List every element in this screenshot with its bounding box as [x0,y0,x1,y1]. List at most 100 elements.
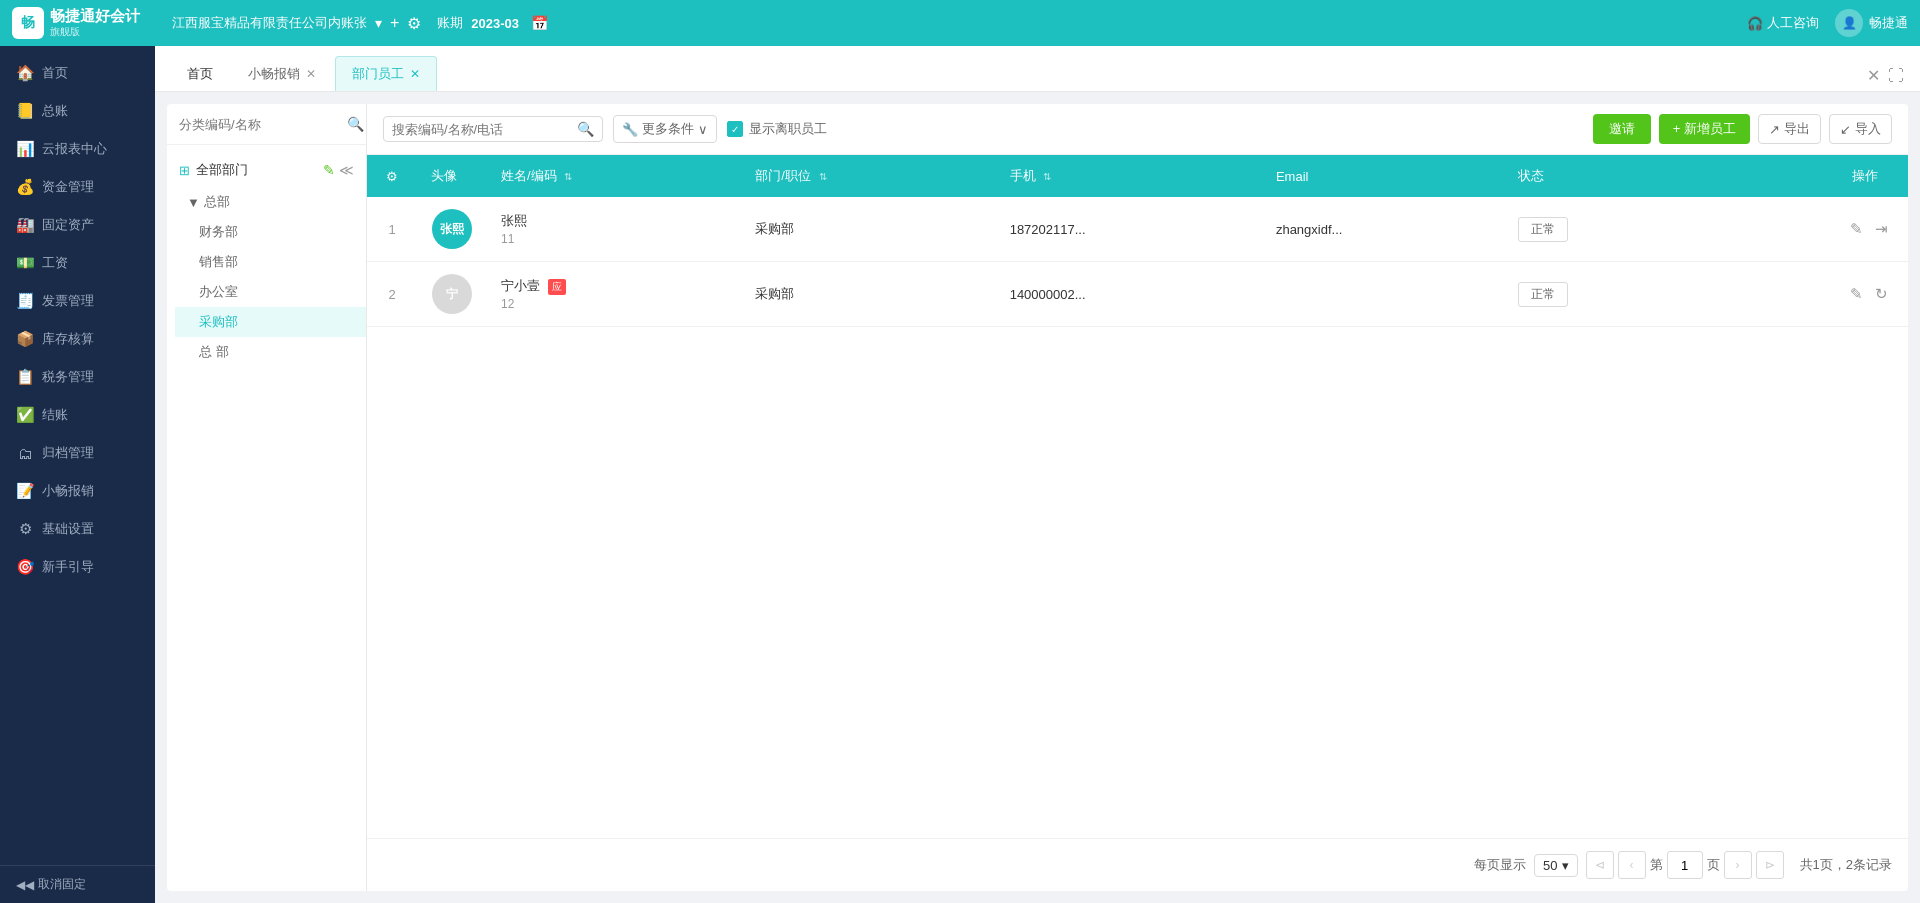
invite-button[interactable]: 邀请 [1593,114,1651,144]
sidebar-item-ledger[interactable]: 📒 总账 [0,92,155,130]
sidebar-item-funds[interactable]: 💰 资金管理 [0,168,155,206]
dept-group-label: 总部 [204,193,230,211]
dept-item-headquarters[interactable]: 总 部 [175,337,366,367]
page-size-select[interactable]: 50 ▾ [1534,854,1577,877]
sidebar-item-guide[interactable]: 🎯 新手引导 [0,548,155,586]
tab-expense[interactable]: 小畅报销 ✕ [231,56,333,91]
page-nav: ⊲ ‹ 第 页 › ⊳ [1586,851,1784,879]
dept-tree: ⊞ 全部部门 ✎ ≪ ▼ 总部 财务部 销售部 [167,145,366,891]
dept-collapse-icon[interactable]: ≪ [339,162,354,178]
user-info[interactable]: 👤 畅捷通 [1835,9,1908,37]
edit-icon-1[interactable]: ✎ [1850,220,1863,237]
next-page-button[interactable]: › [1724,851,1752,879]
employee-search-input[interactable] [392,122,577,137]
show-resigned-toggle[interactable]: ✓ 显示离职员工 [727,120,827,138]
page-unit: 页 [1707,856,1720,874]
employee-panel: 🔍 🔧 更多条件 ∨ ✓ 显示离职员工 邀请 + 新增员工 [367,104,1908,891]
export-button[interactable]: ↗ 导出 [1758,114,1821,144]
th-name[interactable]: 姓名/编码 ⇅ [487,155,741,197]
page-input[interactable] [1667,851,1703,879]
th-phone[interactable]: 手机 ⇅ [996,155,1262,197]
email-cell-1: zhangxidf... [1262,197,1504,262]
th-settings[interactable]: ⚙ [367,155,417,197]
edit-icon-2[interactable]: ✎ [1850,285,1863,302]
sidebar-item-archive[interactable]: 🗂 归档管理 [0,434,155,472]
reports-icon: 📊 [16,140,34,158]
sidebar-item-settings[interactable]: ⚙ 基础设置 [0,510,155,548]
tab-dept[interactable]: 部门员工 ✕ [335,56,437,91]
dept-item-finance[interactable]: 财务部 [175,217,366,247]
expense-icon: 📝 [16,482,34,500]
company-name: 江西服宝精品有限责任公司内账张 [172,14,367,32]
sidebar-item-inventory[interactable]: 📦 库存核算 [0,320,155,358]
add-button[interactable]: + [390,14,399,32]
sidebar-item-reports[interactable]: 📊 云报表中心 [0,130,155,168]
dept-edit-icon[interactable]: ✎ [323,162,335,178]
tab-expense-label: 小畅报销 [248,65,300,83]
import-label: 导入 [1855,120,1881,138]
tab-dept-close[interactable]: ✕ [410,67,420,81]
prev-page-button[interactable]: ‹ [1618,851,1646,879]
logout-icon-1[interactable]: ⇥ [1875,220,1888,237]
first-page-button[interactable]: ⊲ [1586,851,1614,879]
export-label: 导出 [1784,120,1810,138]
sidebar-item-assets[interactable]: 🏭 固定资产 [0,206,155,244]
name-info-1: 张熙 11 [501,212,727,246]
resigned-checkbox[interactable]: ✓ [727,121,743,137]
filter-button[interactable]: 🔧 更多条件 ∨ [613,115,717,143]
sidebar-item-salary[interactable]: 💵 工资 [0,244,155,282]
unpin-button[interactable]: ◀◀ 取消固定 [16,876,139,893]
company-dropdown-button[interactable]: ▾ [375,15,382,31]
sidebar-label-invoice: 发票管理 [42,292,94,310]
refresh-icon-2[interactable]: ↻ [1875,285,1888,302]
th-dept[interactable]: 部门/职位 ⇅ [741,155,995,197]
maximize-icon[interactable]: ⛶ [1888,67,1904,85]
sort-dept-icon: ⇅ [819,171,827,182]
sidebar-item-invoice[interactable]: 🧾 发票管理 [0,282,155,320]
sidebar-item-checkout[interactable]: ✅ 结账 [0,396,155,434]
close-tab-icon[interactable]: ✕ [1867,66,1880,85]
avatar-initials-2: 宁 [446,286,458,303]
sidebar-item-expense[interactable]: 📝 小畅报销 [0,472,155,510]
tab-home[interactable]: 首页 [171,57,229,91]
dept-search-input[interactable] [179,117,347,132]
table: ⚙ 头像 姓名/编码 ⇅ 部门/职位 ⇅ [367,155,1908,327]
settings-icon[interactable]: ⚙ [407,14,421,33]
sidebar-label-reports: 云报表中心 [42,140,107,158]
sidebar-bottom: ◀◀ 取消固定 [0,865,155,903]
sidebar-item-home[interactable]: 🏠 首页 [0,54,155,92]
add-employee-button[interactable]: + 新增员工 [1659,114,1750,144]
status-cell-1: 正常 [1504,197,1704,262]
guide-icon: 🎯 [16,558,34,576]
support-label: 人工咨询 [1767,14,1819,32]
dept-search-icon[interactable]: 🔍 [347,116,364,132]
support-button[interactable]: 🎧 人工咨询 [1747,14,1819,32]
assets-icon: 🏭 [16,216,34,234]
ops-cell-2: ✎ ↻ [1704,262,1908,327]
tab-expense-close[interactable]: ✕ [306,67,316,81]
calendar-icon[interactable]: 📅 [531,15,548,31]
page-size-value: 50 [1543,858,1557,873]
pin-icon: ◀◀ [16,878,34,892]
logo-icon: 畅 [12,7,44,39]
employee-search-icon[interactable]: 🔍 [577,121,594,137]
total-label: 共1页，2条记录 [1800,856,1892,874]
sidebar-item-tax[interactable]: 📋 税务管理 [0,358,155,396]
dept-item-office[interactable]: 办公室 [175,277,366,307]
dept-all-item[interactable]: ⊞ 全部部门 ✎ ≪ [167,153,366,187]
last-page-button[interactable]: ⊳ [1756,851,1784,879]
status-cell-2: 正常 [1504,262,1704,327]
grid-icon: ⊞ [179,163,190,178]
filter-label: 更多条件 [642,120,694,138]
filter-chevron-icon: ∨ [698,122,708,137]
archive-icon: 🗂 [16,445,34,462]
dept-item-sales[interactable]: 销售部 [175,247,366,277]
import-button[interactable]: ↙ 导入 [1829,114,1892,144]
export-icon: ↗ [1769,122,1780,137]
main-layout: 🏠 首页 📒 总账 📊 云报表中心 💰 资金管理 🏭 固定资产 💵 工资 [0,46,1920,903]
dept-cell-2: 采购部 [741,262,995,327]
period-value: 2023-03 [471,16,519,31]
pagination-bar: 每页显示 50 ▾ ⊲ ‹ 第 页 › ⊳ 共1页，2条记录 [367,838,1908,891]
employee-toolbar: 🔍 🔧 更多条件 ∨ ✓ 显示离职员工 邀请 + 新增员工 [367,104,1908,155]
dept-item-purchase[interactable]: 采购部 [175,307,366,337]
